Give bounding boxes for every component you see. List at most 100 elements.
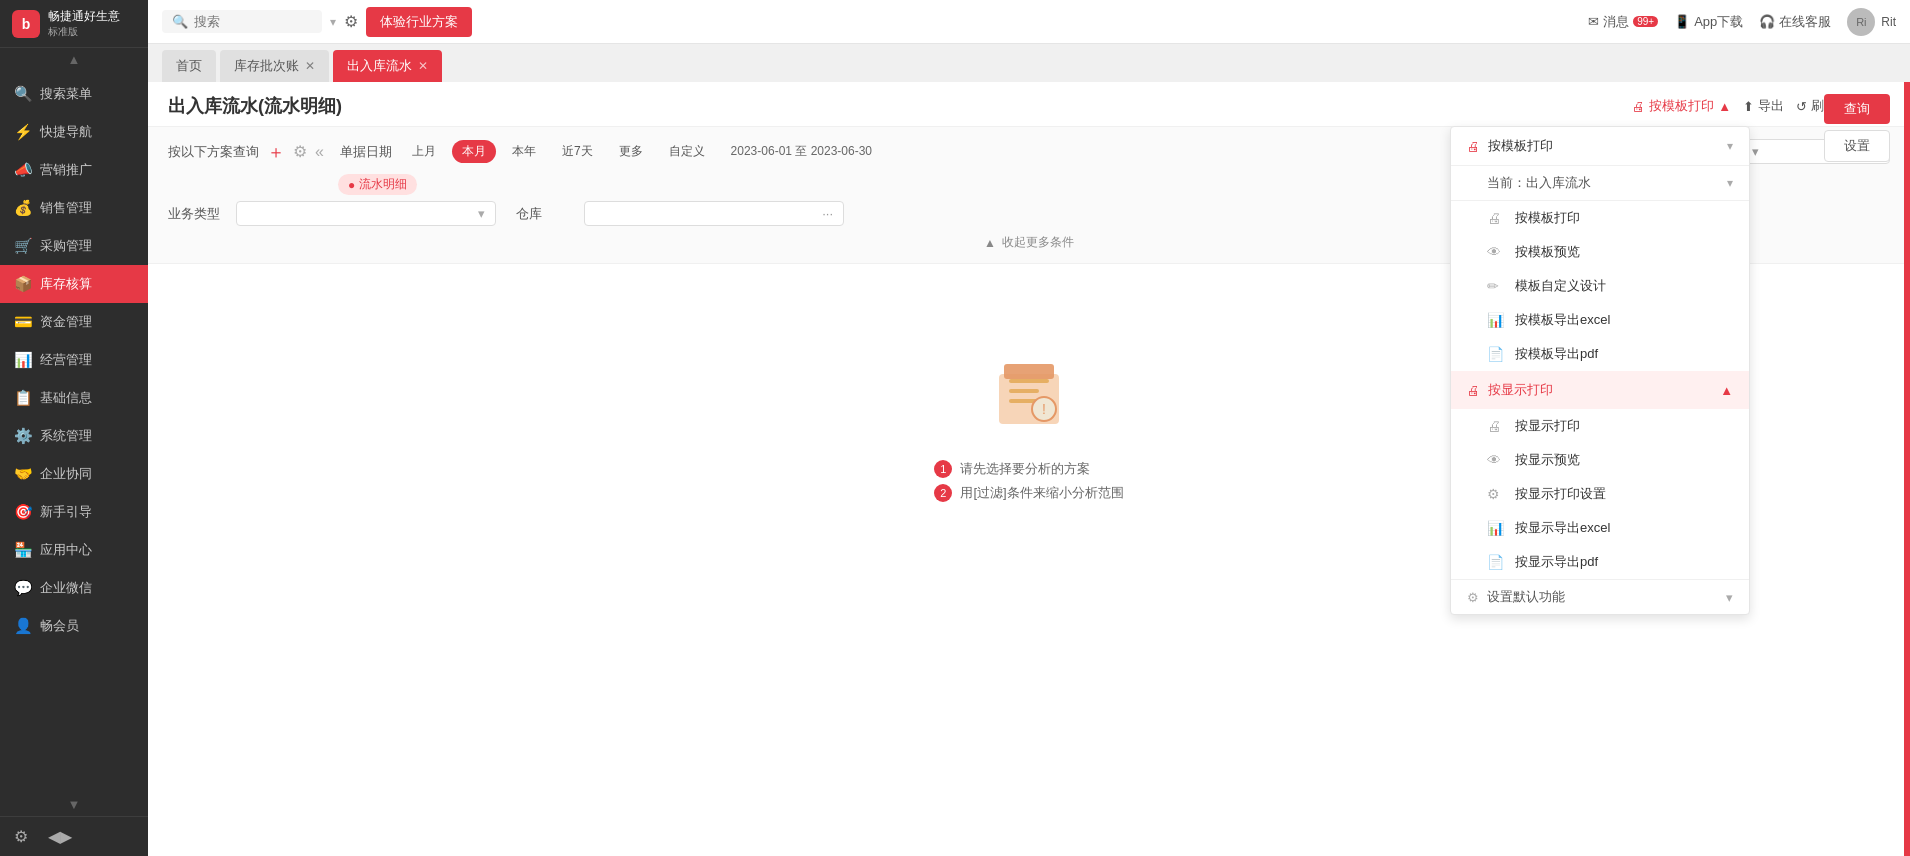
sidebar: b 畅捷通好生意 标准版 ▲ 🔍 搜索菜单 ⚡ 快捷导航 📣 营销推广 💰 销售… xyxy=(0,0,148,856)
user-area[interactable]: Ri Rit xyxy=(1847,8,1896,36)
date-tag-7days[interactable]: 近7天 xyxy=(552,140,603,163)
topbar-gear-icon[interactable]: ⚙ xyxy=(344,12,358,31)
sidebar-item-purchase[interactable]: 🛒 采购管理 xyxy=(0,227,148,265)
refresh-icon: ↺ xyxy=(1796,99,1807,114)
dropdown-display-settings-icon: ⚙ xyxy=(1487,486,1505,502)
app-download-group[interactable]: 📱 App下载 xyxy=(1674,13,1743,31)
empty-state-icon: ! xyxy=(979,344,1079,444)
topbar: 🔍 ▾ ⚙ 体验行业方案 ✉ 消息 99+ 📱 App下载 🎧 在线客服 xyxy=(148,0,1910,44)
tab-home[interactable]: 首页 xyxy=(162,50,216,82)
date-tag-this-year[interactable]: 本年 xyxy=(502,140,546,163)
export-btn[interactable]: ⬆ 导出 xyxy=(1743,97,1784,115)
template-print-chevron-up-icon: ▲ xyxy=(1718,99,1731,114)
date-tag-group: 上月 本月 本年 近7天 更多 自定义 xyxy=(402,140,715,163)
dropdown-item-template-print[interactable]: 🖨 按模板打印 xyxy=(1451,201,1749,235)
search-small-icon: 🔍 xyxy=(172,14,188,29)
resize-handle[interactable] xyxy=(1904,82,1910,856)
system-icon: ⚙️ xyxy=(14,427,32,445)
dropdown-item-template-preview[interactable]: 👁 按模板预览 xyxy=(1451,235,1749,269)
dropdown-footer-item[interactable]: ⚙ 设置默认功能 ▾ xyxy=(1451,579,1749,614)
template-print-dropdown: 🖨 按模板打印 ▾ 当前：出入库流水 ▾ 🖨 按模板打印 👁 按 xyxy=(1450,126,1750,615)
query-btn[interactable]: 查询 xyxy=(1824,94,1890,124)
collapse-arrow-icon: ▲ xyxy=(984,236,996,250)
sidebar-item-member[interactable]: 👤 畅会员 xyxy=(0,607,148,645)
filter-collapse-btn[interactable]: « xyxy=(315,143,324,161)
sidebar-item-collab[interactable]: 🤝 企业协同 xyxy=(0,455,148,493)
sidebar-footer-menu-icon[interactable]: ◀▶ xyxy=(48,827,72,846)
message-icon: ✉ xyxy=(1588,14,1599,29)
tab-inout-flow-close-icon[interactable]: ✕ xyxy=(418,59,428,73)
dropdown-template-chevron-icon[interactable]: ▾ xyxy=(1727,139,1733,153)
dropdown-item-display-preview[interactable]: 👁 按显示预览 xyxy=(1451,443,1749,477)
dropdown-item-display-print[interactable]: 🖨 按显示打印 xyxy=(1451,409,1749,443)
dropdown-footer-settings-icon: ⚙ xyxy=(1467,590,1479,605)
dropdown-display-title: 🖨 按显示打印 xyxy=(1467,381,1553,399)
dropdown-display-section-header[interactable]: 🖨 按显示打印 ▲ xyxy=(1451,371,1749,409)
dropdown-item-template-excel[interactable]: 📊 按模板导出excel xyxy=(1451,303,1749,337)
sidebar-logo: b 畅捷通好生意 标准版 xyxy=(0,0,148,48)
dropdown-display-excel-icon: 📊 xyxy=(1487,520,1505,536)
search-input[interactable] xyxy=(194,14,294,29)
query-settings-btn[interactable]: 设置 xyxy=(1824,130,1890,162)
svg-rect-2 xyxy=(1009,379,1049,383)
online-service-group[interactable]: 🎧 在线客服 xyxy=(1759,13,1831,31)
sidebar-item-finance[interactable]: 💳 资金管理 xyxy=(0,303,148,341)
sidebar-item-inventory[interactable]: 📦 库存核算 xyxy=(0,265,148,303)
sidebar-item-sales[interactable]: 💰 销售管理 xyxy=(0,189,148,227)
message-group[interactable]: ✉ 消息 99+ xyxy=(1588,13,1658,31)
date-tag-more[interactable]: 更多 xyxy=(609,140,653,163)
dropdown-item-print-icon: 🖨 xyxy=(1487,210,1505,226)
printer-icon: 🖨 xyxy=(1632,99,1645,114)
template-print-btn[interactable]: 🖨 按模板打印 ▲ xyxy=(1632,97,1731,115)
dropdown-display-pdf-icon: 📄 xyxy=(1487,554,1505,570)
dropdown-item-template-pdf[interactable]: 📄 按模板导出pdf xyxy=(1451,337,1749,371)
add-filter-btn[interactable]: ＋ xyxy=(267,140,285,164)
finance-icon: 💳 xyxy=(14,313,32,331)
search-icon: 🔍 xyxy=(14,85,32,103)
tab-batch-account-close-icon[interactable]: ✕ xyxy=(305,59,315,73)
dropdown-item-display-settings[interactable]: ⚙ 按显示打印设置 xyxy=(1451,477,1749,511)
sidebar-item-basic[interactable]: 📋 基础信息 xyxy=(0,379,148,417)
date-tag-this-month[interactable]: 本月 xyxy=(452,140,496,163)
business-type-group: 业务类型 ▾ xyxy=(168,201,496,226)
sidebar-footer-settings-icon[interactable]: ⚙ xyxy=(14,827,28,846)
dropdown-current-chevron-icon[interactable]: ▾ xyxy=(1727,176,1733,190)
filter-settings-btn[interactable]: ⚙ xyxy=(293,142,307,161)
empty-tip-2: 2 用[过滤]条件来缩小分析范围 xyxy=(934,484,1123,502)
tip-num-1: 1 xyxy=(934,460,952,478)
date-range-display: 2023-06-01 至 2023-06-30 xyxy=(731,143,872,160)
sidebar-item-guide[interactable]: 🎯 新手引导 xyxy=(0,493,148,531)
dropdown-footer-chevron-icon[interactable]: ▾ xyxy=(1726,590,1733,605)
date-tag-custom[interactable]: 自定义 xyxy=(659,140,715,163)
dropdown-template-section-header: 🖨 按模板打印 ▾ xyxy=(1451,127,1749,166)
warehouse-group: 仓库 ··· xyxy=(516,201,844,226)
sidebar-item-search[interactable]: 🔍 搜索菜单 xyxy=(0,75,148,113)
sidebar-item-appstore[interactable]: 🏪 应用中心 xyxy=(0,531,148,569)
tab-inout-flow[interactable]: 出入库流水 ✕ xyxy=(333,50,442,82)
sidebar-item-system[interactable]: ⚙️ 系统管理 xyxy=(0,417,148,455)
topbar-search-box[interactable]: 🔍 xyxy=(162,10,322,33)
sidebar-scroll-down[interactable]: ▼ xyxy=(0,793,148,816)
phone-icon: 📱 xyxy=(1674,14,1690,29)
sidebar-scroll-up[interactable]: ▲ xyxy=(0,48,148,71)
sidebar-item-quicknav[interactable]: ⚡ 快捷导航 xyxy=(0,113,148,151)
dropdown-item-design-icon: ✏ xyxy=(1487,278,1505,294)
dropdown-item-display-pdf[interactable]: 📄 按显示导出pdf xyxy=(1451,545,1749,579)
sidebar-item-operation[interactable]: 📊 经营管理 xyxy=(0,341,148,379)
date-tag-last-month[interactable]: 上月 xyxy=(402,140,446,163)
sidebar-item-wechat[interactable]: 💬 企业微信 xyxy=(0,569,148,607)
warehouse-input[interactable]: ··· xyxy=(584,201,844,226)
sidebar-item-marketing[interactable]: 📣 营销推广 xyxy=(0,151,148,189)
dropdown-display-chevron-icon[interactable]: ▲ xyxy=(1720,383,1733,398)
search-chevron-icon[interactable]: ▾ xyxy=(330,15,336,29)
topbar-right: ✉ 消息 99+ 📱 App下载 🎧 在线客服 Ri Rit xyxy=(1588,8,1896,36)
tab-batch-account[interactable]: 库存批次账 ✕ xyxy=(220,50,329,82)
industry-btn[interactable]: 体验行业方案 xyxy=(366,7,472,37)
dropdown-item-preview-icon: 👁 xyxy=(1487,244,1505,260)
dropdown-item-display-excel[interactable]: 📊 按显示导出excel xyxy=(1451,511,1749,545)
dropdown-item-template-design[interactable]: ✏ 模板自定义设计 xyxy=(1451,269,1749,303)
warehouse-ellipsis-icon[interactable]: ··· xyxy=(822,206,833,221)
business-type-input[interactable]: ▾ xyxy=(236,201,496,226)
dropdown-display-print-icon: 🖨 xyxy=(1487,418,1505,434)
active-scheme-tag[interactable]: ● 流水明细 xyxy=(338,174,417,195)
